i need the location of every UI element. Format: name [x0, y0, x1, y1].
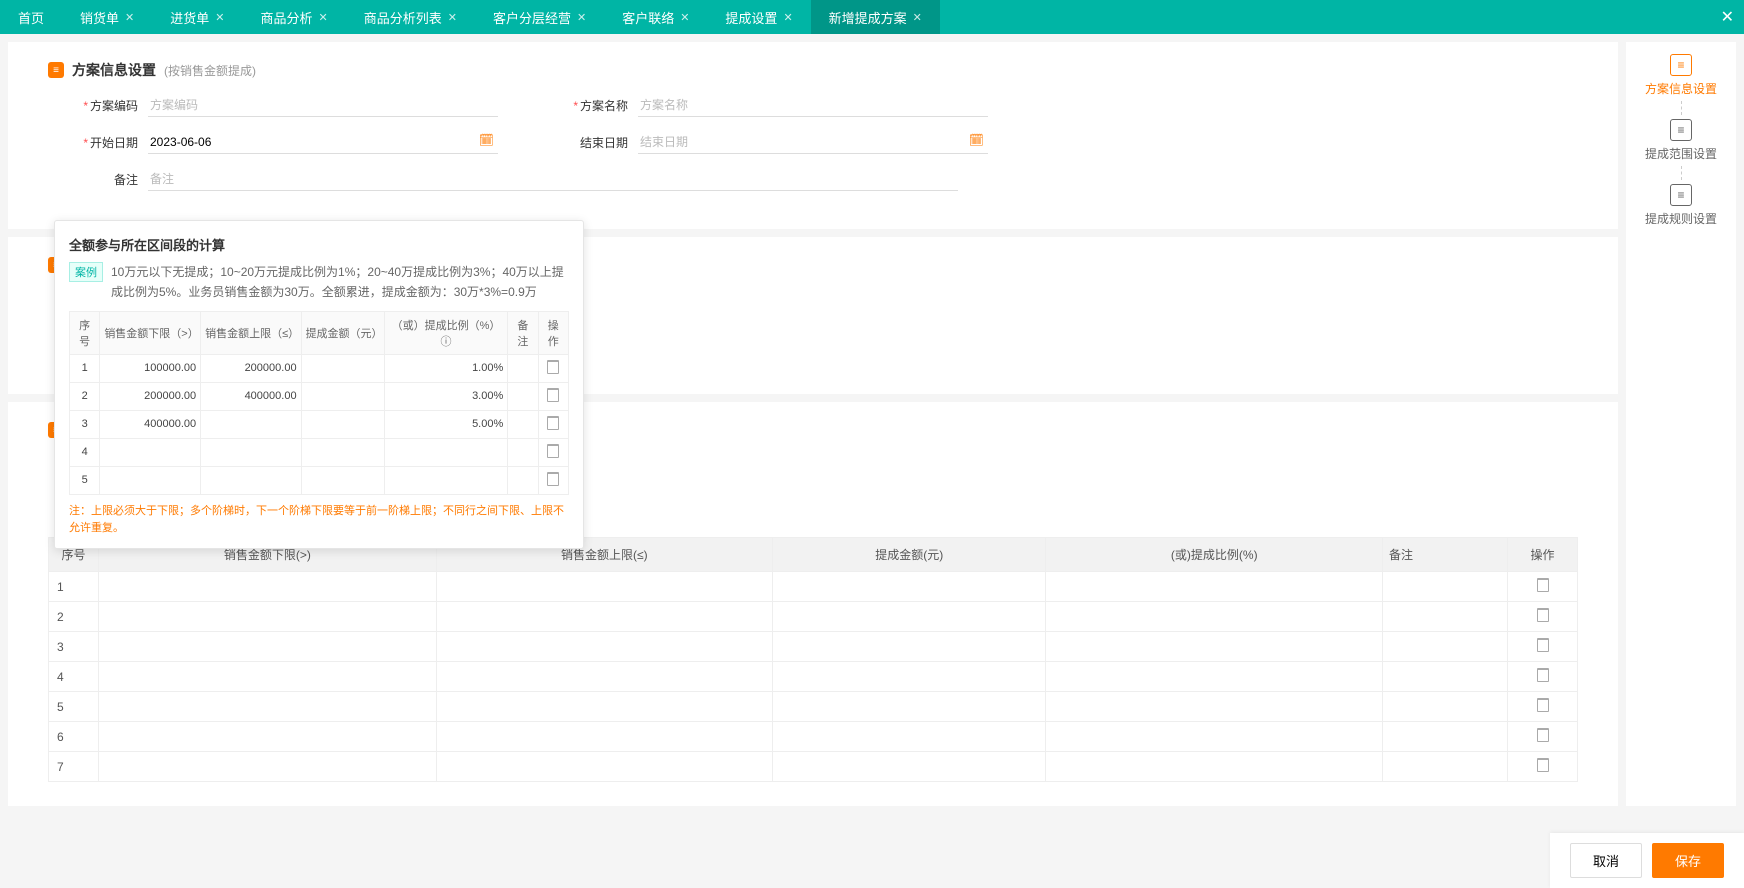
tab-新增提成方案[interactable]: 新增提成方案✕ — [811, 0, 940, 34]
section1-title: 方案信息设置 — [72, 60, 156, 80]
anchor-label: 提成范围设置 — [1645, 145, 1717, 162]
grid-row[interactable]: 2 — [49, 602, 1578, 632]
anchor-item[interactable]: ≡ 提成范围设置 — [1645, 119, 1717, 162]
anchor-nav: ≡ 方案信息设置 ≡ 提成范围设置 ≡ 提成规则设置 — [1626, 42, 1736, 806]
pop-row: 2200000.00400000.003.00% — [70, 382, 569, 410]
panel-rule: ≡ 提成规则设 不参与提成 单据收款 计算规则 固定比例区间超额提区间全额提i … — [8, 402, 1618, 806]
pop-row: 4 — [70, 438, 569, 466]
tab-进货单[interactable]: 进货单✕ — [152, 0, 242, 34]
tab-首页[interactable]: 首页 — [0, 0, 62, 34]
delete-icon[interactable] — [1537, 698, 1549, 712]
tab-销货单[interactable]: 销货单✕ — [62, 0, 152, 34]
name-label: 方案名称 — [580, 99, 628, 113]
grid-row[interactable]: 7 — [49, 752, 1578, 782]
grid-row[interactable]: 5 — [49, 692, 1578, 722]
pop-th: （或）提成比例（%）ⓘ — [384, 311, 507, 354]
delete-icon[interactable] — [1537, 608, 1549, 622]
tooltip-popover: 全额参与所在区间段的计算 案例 10万元以下无提成；10~20万元提成比例为1%… — [54, 220, 584, 549]
start-date-input[interactable] — [148, 131, 498, 154]
anchor-label: 提成规则设置 — [1645, 210, 1717, 227]
delete-icon[interactable] — [547, 444, 559, 458]
anchor-item[interactable]: ≡ 提成规则设置 — [1645, 184, 1717, 227]
grid-row[interactable]: 6 — [49, 722, 1578, 752]
pop-th: 提成金额（元） — [301, 311, 384, 354]
pop-text: 10万元以下无提成；10~20万元提成比例为1%；20~40万提成比例为3%；4… — [111, 262, 569, 303]
anchor-item[interactable]: ≡ 方案信息设置 — [1645, 54, 1717, 97]
pop-row: 3400000.005.00% — [70, 410, 569, 438]
pop-th: 备注 — [508, 311, 538, 354]
pop-tag: 案例 — [69, 262, 103, 282]
delete-icon[interactable] — [1537, 638, 1549, 652]
delete-icon[interactable] — [547, 416, 559, 430]
grid-th: (或)提成比例(%) — [1046, 538, 1383, 572]
pop-th: 销售金额上限（≤） — [201, 311, 301, 354]
delete-icon[interactable] — [1537, 578, 1549, 592]
delete-icon[interactable] — [547, 388, 559, 402]
delete-icon[interactable] — [1537, 668, 1549, 682]
tab-close-icon[interactable]: ✕ — [319, 11, 328, 24]
tab-商品分析列表[interactable]: 商品分析列表✕ — [346, 0, 475, 34]
delete-icon[interactable] — [1537, 758, 1549, 772]
grid-th: 备注 — [1382, 538, 1507, 572]
section-icon: ≡ — [48, 62, 64, 78]
pop-th: 操作 — [538, 311, 568, 354]
pop-title: 全额参与所在区间段的计算 — [69, 235, 569, 254]
rule-grid: 序号销售金额下限(>)销售金额上限(≤)提成金额(元)(或)提成比例(%)备注操… — [48, 537, 1578, 782]
end-date-input[interactable] — [638, 131, 988, 154]
anchor-icon: ≡ — [1670, 54, 1692, 76]
tab-close-icon[interactable]: ✕ — [125, 11, 134, 24]
close-all-icon[interactable]: ✕ — [1721, 0, 1734, 34]
pop-row: 5 — [70, 466, 569, 494]
tab-close-icon[interactable]: ✕ — [215, 11, 224, 24]
tab-close-icon[interactable]: ✕ — [577, 11, 586, 24]
cancel-button[interactable]: 取消 — [1570, 843, 1642, 878]
code-input[interactable] — [148, 94, 498, 117]
pop-row: 1100000.00200000.001.00% — [70, 354, 569, 382]
tab-商品分析[interactable]: 商品分析✕ — [242, 0, 345, 34]
anchor-label: 方案信息设置 — [1645, 80, 1717, 97]
footer-bar: 取消 保存 — [1550, 833, 1744, 888]
grid-row[interactable]: 1 — [49, 572, 1578, 602]
tab-bar: 首页销货单✕进货单✕商品分析✕商品分析列表✕客户分层经营✕客户联络✕提成设置✕新… — [0, 0, 1744, 34]
grid-row[interactable]: 4 — [49, 662, 1578, 692]
remark-input[interactable] — [148, 168, 958, 191]
name-input[interactable] — [638, 94, 988, 117]
grid-row[interactable]: 3 — [49, 632, 1578, 662]
end-date-label: 结束日期 — [580, 136, 628, 150]
pop-table: 序号销售金额下限（>）销售金额上限（≤）提成金额（元）（或）提成比例（%）ⓘ备注… — [69, 311, 569, 495]
tab-close-icon[interactable]: ✕ — [783, 11, 792, 24]
tab-close-icon[interactable]: ✕ — [913, 11, 922, 24]
section1-sub: (按销售金额提成) — [164, 62, 256, 79]
tab-提成设置[interactable]: 提成设置✕ — [707, 0, 810, 34]
pop-note: 注：上限必须大于下限；多个阶梯时，下一个阶梯下限要等于前一阶梯上限；不同行之间下… — [69, 503, 569, 538]
pop-th: 销售金额下限（>） — [100, 311, 201, 354]
delete-icon[interactable] — [547, 472, 559, 486]
code-label: 方案编码 — [90, 99, 138, 113]
anchor-icon: ≡ — [1670, 184, 1692, 206]
pop-th: 序号 — [70, 311, 100, 354]
remark-label: 备注 — [114, 173, 138, 187]
tab-close-icon[interactable]: ✕ — [448, 11, 457, 24]
delete-icon[interactable] — [1537, 728, 1549, 742]
save-button[interactable]: 保存 — [1652, 843, 1724, 878]
grid-th: 提成金额(元) — [772, 538, 1046, 572]
anchor-icon: ≡ — [1670, 119, 1692, 141]
panel-scheme-info: ≡ 方案信息设置 (按销售金额提成) *方案编码 *方案名称 *开始日期 🗓 — [8, 42, 1618, 229]
start-date-label: 开始日期 — [90, 136, 138, 150]
delete-icon[interactable] — [547, 360, 559, 374]
grid-th: 操作 — [1508, 538, 1578, 572]
tab-客户分层经营[interactable]: 客户分层经营✕ — [475, 0, 604, 34]
tab-客户联络[interactable]: 客户联络✕ — [604, 0, 707, 34]
tab-close-icon[interactable]: ✕ — [680, 11, 689, 24]
